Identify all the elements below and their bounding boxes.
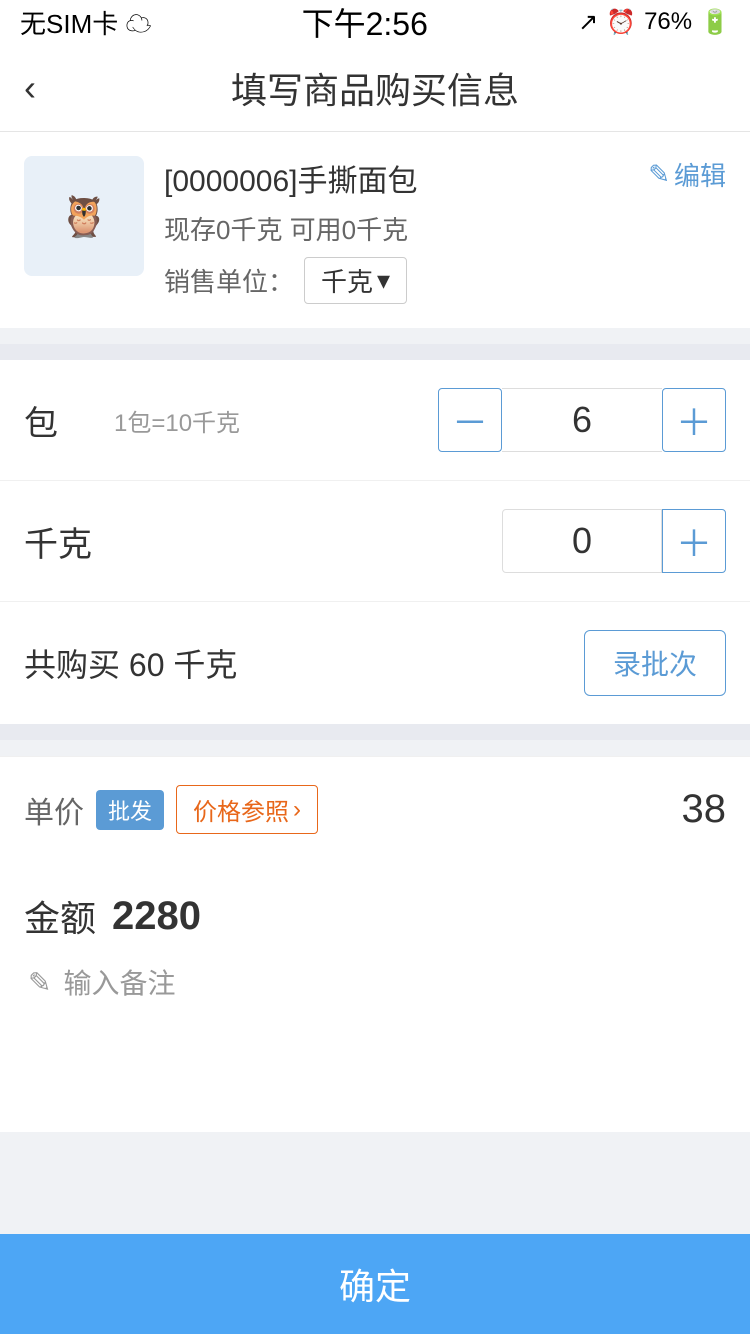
unit-value: 千克	[321, 262, 373, 299]
price-value: 38	[682, 787, 727, 832]
input-section: 包 1包=10千克 － ＋ 千克 ＋ 共购买 60 千克 录批次	[0, 360, 750, 724]
amount-label: 金额	[24, 890, 96, 942]
price-ref-button[interactable]: 价格参照 ›	[176, 785, 318, 834]
edit-button[interactable]: ✎ 编辑	[648, 156, 726, 193]
unit-label: 销售单位：	[164, 262, 294, 299]
package-sublabel: 1包=10千克	[114, 403, 438, 438]
batch-button[interactable]: 录批次	[584, 630, 726, 696]
price-label: 单价	[24, 788, 84, 832]
summary-row: 共购买 60 千克 录批次	[0, 602, 750, 724]
package-label: 包	[24, 396, 104, 445]
product-unit-row: 销售单位： 千克 ▾	[164, 257, 726, 304]
unit-selector[interactable]: 千克 ▾	[304, 257, 407, 304]
amount-section: 金额 2280 ✎ 输入备注	[0, 862, 750, 1132]
kg-stepper: ＋	[502, 509, 726, 573]
package-row: 包 1包=10千克 － ＋	[0, 360, 750, 481]
chevron-right-icon: ›	[293, 796, 301, 824]
status-right: ↗ ⏰ 76% 🔋	[578, 8, 730, 37]
package-plus-button[interactable]: ＋	[662, 388, 726, 452]
status-left: 无SIM卡 ☁	[20, 4, 151, 41]
confirm-button[interactable]: 确定	[0, 1234, 750, 1334]
nav-bar: ‹ 填写商品购买信息	[0, 44, 750, 132]
price-tag: 批发	[96, 790, 164, 830]
status-time: 下午2:56	[302, 0, 428, 45]
product-image: 🦉	[24, 156, 144, 276]
summary-text: 共购买 60 千克	[24, 640, 237, 686]
product-stock: 现存0千克 可用0千克	[164, 210, 726, 247]
back-button[interactable]: ‹	[24, 67, 36, 109]
note-row[interactable]: ✎ 输入备注	[24, 962, 726, 1002]
edit-label: 编辑	[674, 156, 726, 193]
battery-level: 76%	[644, 8, 692, 36]
price-row: 单价 批发 价格参照 › 38	[24, 785, 726, 834]
price-left: 单价 批发 价格参照 ›	[24, 785, 318, 834]
amount-value: 2280	[112, 894, 201, 939]
price-section: 单价 批发 价格参照 › 38	[0, 756, 750, 862]
page-title: 填写商品购买信息	[231, 62, 519, 114]
kg-plus-button[interactable]: ＋	[662, 509, 726, 573]
note-icon: ✎	[28, 966, 51, 999]
kg-row: 千克 ＋	[0, 481, 750, 602]
edit-icon: ✎	[648, 159, 670, 190]
chevron-down-icon: ▾	[377, 265, 390, 296]
price-ref-label: 价格参照	[193, 792, 289, 827]
section-divider-1	[0, 344, 750, 360]
section-divider-2	[0, 724, 750, 740]
battery-icon: 🔋	[700, 8, 730, 37]
package-stepper: － ＋	[438, 388, 726, 452]
kg-input[interactable]	[502, 509, 662, 573]
alarm-icon: ⏰	[606, 8, 636, 37]
product-name: [0000006]手撕面包	[164, 156, 726, 200]
package-input[interactable]	[502, 388, 662, 452]
note-placeholder: 输入备注	[63, 962, 175, 1002]
product-card: 🦉 [0000006]手撕面包 现存0千克 可用0千克 销售单位： 千克 ▾ ✎…	[0, 132, 750, 328]
kg-label: 千克	[24, 517, 104, 566]
package-minus-button[interactable]: －	[438, 388, 502, 452]
amount-row: 金额 2280	[24, 890, 726, 942]
status-bar: 无SIM卡 ☁ 下午2:56 ↗ ⏰ 76% 🔋	[0, 0, 750, 44]
location-icon: ↗	[578, 8, 598, 37]
product-info: [0000006]手撕面包 现存0千克 可用0千克 销售单位： 千克 ▾	[164, 156, 726, 304]
owl-icon: 🦉	[59, 193, 109, 240]
spacer	[0, 1132, 750, 1234]
